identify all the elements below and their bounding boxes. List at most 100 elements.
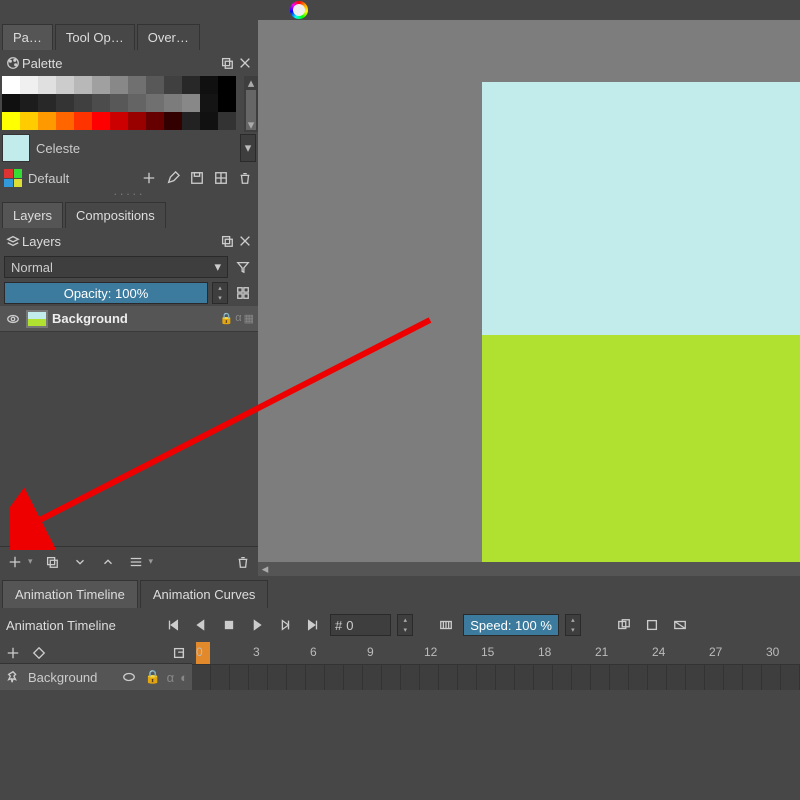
frame-value-input[interactable] <box>346 618 386 633</box>
layer-row[interactable]: Background 🔒α▦ <box>0 306 258 332</box>
swatch[interactable] <box>2 112 20 130</box>
tab-compositions[interactable]: Compositions <box>65 202 166 228</box>
frame-cell[interactable] <box>667 665 686 690</box>
timeline-lock-icon[interactable]: 🔒 <box>144 669 160 685</box>
timeline-onion-icon[interactable]: ◐ <box>180 670 188 685</box>
frame-cell[interactable] <box>439 665 458 690</box>
frame-cell[interactable] <box>287 665 306 690</box>
frame-cell[interactable] <box>211 665 230 690</box>
tab-palette[interactable]: Pa… <box>2 24 53 50</box>
layer-name-label[interactable]: Background <box>52 311 216 326</box>
swatch[interactable] <box>2 76 20 94</box>
swatch[interactable] <box>110 112 128 130</box>
blend-mode-select[interactable]: Normal▾ <box>4 256 228 278</box>
swatch[interactable] <box>164 94 182 112</box>
opacity-slider[interactable]: Opacity: 100% <box>4 282 208 304</box>
visibility-icon[interactable] <box>4 310 22 328</box>
close-layers-icon[interactable] <box>236 232 254 250</box>
frame-cell[interactable] <box>591 665 610 690</box>
onion-skin-icon[interactable] <box>613 614 635 636</box>
swatch[interactable] <box>200 94 218 112</box>
scroll-left-icon[interactable]: ◂ <box>258 562 272 576</box>
frame-cell[interactable] <box>553 665 572 690</box>
swatch[interactable] <box>146 112 164 130</box>
filter-icon[interactable] <box>232 256 254 278</box>
frame-cell[interactable] <box>705 665 724 690</box>
swatch[interactable] <box>74 112 92 130</box>
frame-cell[interactable] <box>762 665 781 690</box>
swatch[interactable] <box>38 76 56 94</box>
timeline-options-icon[interactable] <box>170 644 188 662</box>
swatch[interactable] <box>182 94 200 112</box>
canvas[interactable] <box>482 82 800 562</box>
swatch[interactable] <box>38 94 56 112</box>
frame-cell[interactable] <box>458 665 477 690</box>
speed-spinner[interactable]: ▴▾ <box>565 614 581 636</box>
tab-overview[interactable]: Over… <box>137 24 200 50</box>
scroll-up-icon[interactable]: ▴ <box>244 76 258 90</box>
frame-cell[interactable] <box>648 665 667 690</box>
frame-cell[interactable] <box>743 665 762 690</box>
current-swatch[interactable] <box>2 134 30 162</box>
frame-cell[interactable] <box>496 665 515 690</box>
timeline-vis-icon[interactable] <box>120 668 138 686</box>
swatch[interactable] <box>92 112 110 130</box>
speed-slider[interactable]: Speed: 100 % <box>463 614 559 636</box>
frame-cell[interactable] <box>420 665 439 690</box>
last-frame-icon[interactable] <box>302 614 324 636</box>
frame-cell[interactable] <box>306 665 325 690</box>
stop-icon[interactable] <box>218 614 240 636</box>
timeline-layer-row[interactable]: Background 🔒 α ◐ <box>0 664 192 690</box>
swatch[interactable] <box>38 112 56 130</box>
frame-cell[interactable] <box>515 665 534 690</box>
color-dropdown-icon[interactable]: ▾ <box>240 134 256 162</box>
remove-keyframe-icon[interactable] <box>30 644 48 662</box>
play-icon[interactable] <box>246 614 268 636</box>
swatch[interactable] <box>92 94 110 112</box>
pin-icon[interactable] <box>4 668 22 686</box>
add-layer-icon[interactable] <box>6 553 24 571</box>
frame-cell[interactable] <box>781 665 800 690</box>
layer-properties-menu-icon[interactable]: ▾ <box>149 556 154 567</box>
swatch[interactable] <box>110 76 128 94</box>
frame-cell[interactable] <box>344 665 363 690</box>
swatch[interactable] <box>164 76 182 94</box>
frame-cell[interactable] <box>325 665 344 690</box>
frame-number-input[interactable]: # <box>330 614 391 636</box>
swatch[interactable] <box>218 94 236 112</box>
swatch[interactable] <box>182 76 200 94</box>
edit-swatch-icon[interactable] <box>164 169 182 187</box>
add-keyframe-icon[interactable] <box>4 644 22 662</box>
frame-cell[interactable] <box>268 665 287 690</box>
frame-cell[interactable] <box>192 665 211 690</box>
delete-swatch-icon[interactable] <box>236 169 254 187</box>
auto-frame-icon[interactable] <box>641 614 663 636</box>
delete-layer-icon[interactable] <box>234 553 252 571</box>
scroll-down-icon[interactable]: ▾ <box>244 118 258 132</box>
swatch[interactable] <box>200 112 218 130</box>
canvas-hscrollbar[interactable]: ◂ <box>258 562 800 576</box>
frame-cell[interactable] <box>401 665 420 690</box>
palette-swatches[interactable] <box>0 76 258 130</box>
swatch[interactable] <box>200 76 218 94</box>
swatch[interactable] <box>74 76 92 94</box>
frame-cell[interactable] <box>230 665 249 690</box>
tab-tool-options[interactable]: Tool Op… <box>55 24 135 50</box>
swatch[interactable] <box>182 112 200 130</box>
save-palette-icon[interactable] <box>188 169 206 187</box>
swatch[interactable] <box>218 112 236 130</box>
frame-cell[interactable] <box>686 665 705 690</box>
grid-palette-icon[interactable] <box>212 169 230 187</box>
float-dock-icon[interactable] <box>218 54 236 72</box>
swatch[interactable] <box>56 94 74 112</box>
frame-cell[interactable] <box>572 665 591 690</box>
swatch[interactable] <box>56 76 74 94</box>
swatch[interactable] <box>56 112 74 130</box>
swatch[interactable] <box>146 94 164 112</box>
frame-cell[interactable] <box>382 665 401 690</box>
frame-spinner[interactable]: ▴▾ <box>397 614 413 636</box>
tab-animation-timeline[interactable]: Animation Timeline <box>2 580 138 608</box>
swatch[interactable] <box>164 112 182 130</box>
move-down-icon[interactable] <box>71 553 89 571</box>
timeline-ruler[interactable]: 036912151821242730 <box>192 642 800 664</box>
